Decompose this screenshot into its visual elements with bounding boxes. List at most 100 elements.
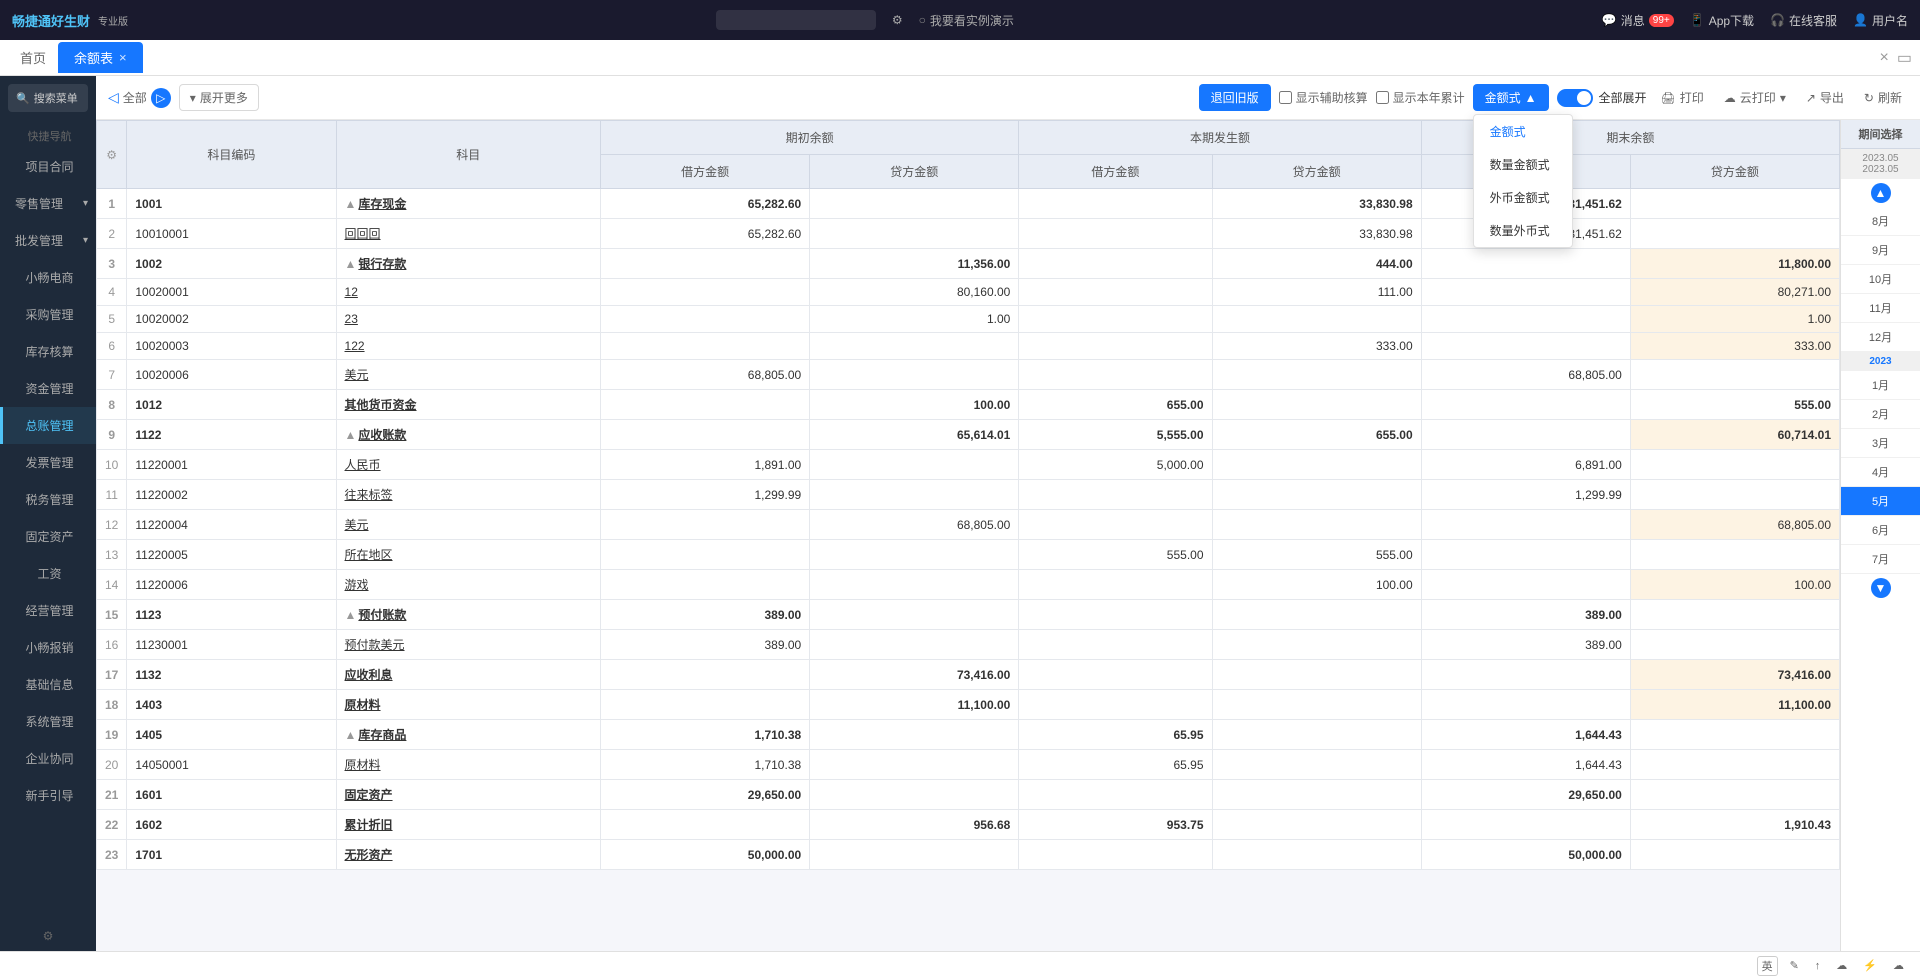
account-name[interactable]: 美元 bbox=[336, 360, 601, 390]
amount-type-btn[interactable]: 金额式 ▲ bbox=[1473, 84, 1549, 111]
account-name[interactable]: ▲库存商品 bbox=[336, 720, 601, 750]
tab-close-btn[interactable]: × bbox=[119, 50, 127, 65]
sidebar-item-salary[interactable]: 工资 bbox=[0, 555, 96, 592]
back-arrow-icon[interactable]: ◁ bbox=[108, 89, 119, 106]
gear-icon[interactable]: ⚙ bbox=[892, 13, 903, 27]
account-name[interactable]: ▲预付账款 bbox=[336, 600, 601, 630]
account-name[interactable]: 应收利息 bbox=[336, 660, 601, 690]
print-btn[interactable]: 🖨 打印 bbox=[1655, 85, 1710, 110]
sidebar-item-operations[interactable]: 经营管理 bbox=[0, 592, 96, 629]
demo-link[interactable]: ○ 我要看实例演示 bbox=[919, 12, 1014, 29]
sidebar-item-system[interactable]: 系统管理 bbox=[0, 703, 96, 740]
tab-home[interactable]: 首页 bbox=[8, 42, 58, 73]
account-name[interactable]: ▲银行存款 bbox=[336, 249, 601, 279]
period-item-prev[interactable]: 12月 bbox=[1841, 323, 1920, 352]
export-btn[interactable]: ↗ 导出 bbox=[1800, 85, 1850, 110]
expand-all-toggle[interactable]: 全部展开 bbox=[1557, 89, 1647, 107]
account-name[interactable]: 固定资产 bbox=[336, 780, 601, 810]
dropdown-item-foreign_amount[interactable]: 外币金额式 bbox=[1474, 181, 1572, 214]
sidebar-item-tax[interactable]: 税务管理 bbox=[0, 481, 96, 518]
account-name[interactable]: 其他货币资金 bbox=[336, 390, 601, 420]
forward-arrow-btn[interactable]: ▷ bbox=[151, 88, 171, 108]
account-name[interactable]: 预付款美元 bbox=[336, 630, 601, 660]
sidebar-item-purchase[interactable]: 采购管理 bbox=[0, 296, 96, 333]
sidebar-item-inventory[interactable]: 库存核算 bbox=[0, 333, 96, 370]
account-name[interactable]: 累计折旧 bbox=[336, 810, 601, 840]
tab-balance[interactable]: 余额表 × bbox=[58, 42, 143, 73]
lang-indicator[interactable]: 英 bbox=[1757, 956, 1778, 976]
sidebar-item-capital[interactable]: 资金管理 bbox=[0, 370, 96, 407]
account-name[interactable]: 游戏 bbox=[336, 570, 601, 600]
account-name[interactable]: 无形资产 bbox=[336, 840, 601, 870]
bottom-icon-4[interactable]: ⚡ bbox=[1859, 957, 1881, 974]
account-name[interactable]: 美元 bbox=[336, 510, 601, 540]
sidebar-footer[interactable]: ⚙ bbox=[0, 921, 96, 951]
open-credit: 73,416.00 bbox=[810, 660, 1019, 690]
account-name[interactable]: 原材料 bbox=[336, 750, 601, 780]
account-name[interactable]: ▲应收账款 bbox=[336, 420, 601, 450]
bottom-icon-5[interactable]: ☁ bbox=[1889, 957, 1908, 974]
top-bar-center: ⚙ ○ 我要看实例演示 bbox=[716, 10, 1014, 30]
search-menu-btn[interactable]: 🔍 搜索菜单 bbox=[8, 84, 88, 112]
open-debit: 1,710.38 bbox=[601, 750, 810, 780]
period-item-prev[interactable]: 11月 bbox=[1841, 294, 1920, 323]
restore-window-btn[interactable]: ▭ bbox=[1897, 48, 1912, 68]
sidebar-item-wholesale[interactable]: 批发管理▾ bbox=[0, 222, 96, 259]
dropdown-item-qty_amount[interactable]: 数量金额式 bbox=[1474, 148, 1572, 181]
expand-more-btn[interactable]: ▾ 展开更多 bbox=[179, 84, 259, 111]
app-download-btn[interactable]: 📱 App下载 bbox=[1690, 12, 1754, 29]
message-btn[interactable]: 💬 消息 99+ bbox=[1602, 12, 1674, 29]
refresh-btn[interactable]: ↻ 刷新 bbox=[1858, 85, 1908, 110]
return-old-btn[interactable]: 退回旧版 bbox=[1199, 84, 1271, 111]
account-name[interactable]: 12 bbox=[336, 279, 601, 306]
bottom-icon-1[interactable]: ✎ bbox=[1786, 957, 1803, 974]
account-name[interactable]: 原材料 bbox=[336, 690, 601, 720]
sidebar-item-assets[interactable]: 固定资产 bbox=[0, 518, 96, 555]
aux-checkbox[interactable] bbox=[1279, 91, 1292, 104]
sidebar-item-basic[interactable]: 基础信息 bbox=[0, 666, 96, 703]
period-item-prev[interactable]: 10月 bbox=[1841, 265, 1920, 294]
dropdown-item-qty_foreign[interactable]: 数量外币式 bbox=[1474, 214, 1572, 247]
account-name[interactable]: 23 bbox=[336, 306, 601, 333]
sidebar-item-project[interactable]: 项目合同 bbox=[0, 148, 96, 185]
account-name[interactable]: 回回回 bbox=[336, 219, 601, 249]
row-num: 11 bbox=[97, 480, 127, 510]
period-up-btn[interactable]: ▲ bbox=[1871, 183, 1891, 203]
sidebar-item-sales[interactable]: 小畅报销 bbox=[0, 629, 96, 666]
table-row: 21 1601 固定资产 29,650.00 29,650.00 bbox=[97, 780, 1840, 810]
close-window-btn[interactable]: × bbox=[1880, 48, 1889, 68]
sidebar-item-retail[interactable]: 零售管理▾ bbox=[0, 185, 96, 222]
online-service-btn[interactable]: 🎧 在线客服 bbox=[1770, 12, 1837, 29]
sidebar-item-guide[interactable]: 新手引导 bbox=[0, 777, 96, 814]
show-ytd-check[interactable]: 显示本年累计 bbox=[1376, 89, 1465, 106]
period-item-curr[interactable]: 4月 bbox=[1841, 458, 1920, 487]
sidebar-item-cooperation[interactable]: 企业协同 bbox=[0, 740, 96, 777]
ytd-checkbox[interactable] bbox=[1376, 91, 1389, 104]
sidebar-item-ecommerce[interactable]: 小畅电商 bbox=[0, 259, 96, 296]
period-item-curr[interactable]: 3月 bbox=[1841, 429, 1920, 458]
show-aux-check[interactable]: 显示辅助核算 bbox=[1279, 89, 1368, 106]
account-name[interactable]: 人民币 bbox=[336, 450, 601, 480]
bottom-icon-2[interactable]: ↑ bbox=[1811, 958, 1825, 974]
account-name[interactable]: 所在地区 bbox=[336, 540, 601, 570]
period-item-curr[interactable]: 1月 bbox=[1841, 371, 1920, 400]
cur-debit bbox=[1019, 840, 1212, 870]
account-name[interactable]: 122 bbox=[336, 333, 601, 360]
cloud-print-btn[interactable]: ☁ 云打印 ▾ bbox=[1718, 85, 1792, 110]
period-item-curr[interactable]: 5月 bbox=[1841, 487, 1920, 516]
dropdown-item-amount[interactable]: 金额式 bbox=[1474, 115, 1572, 148]
user-btn[interactable]: 👤 用户名 bbox=[1853, 12, 1908, 29]
account-name[interactable]: 往来标签 bbox=[336, 480, 601, 510]
period-item-prev[interactable]: 8月 bbox=[1841, 207, 1920, 236]
account-name[interactable]: ▲库存现金 bbox=[336, 189, 601, 219]
period-down-btn[interactable]: ▼ bbox=[1871, 578, 1891, 598]
toggle-switch[interactable] bbox=[1557, 89, 1593, 107]
period-item-prev[interactable]: 9月 bbox=[1841, 236, 1920, 265]
period-item-curr[interactable]: 2月 bbox=[1841, 400, 1920, 429]
sidebar-item-ledger[interactable]: 总账管理 bbox=[0, 407, 96, 444]
sidebar-item-invoice[interactable]: 发票管理 bbox=[0, 444, 96, 481]
bottom-icon-3[interactable]: ☁ bbox=[1832, 957, 1851, 974]
period-item-curr[interactable]: 6月 bbox=[1841, 516, 1920, 545]
table-settings-icon[interactable]: ⚙ bbox=[106, 148, 117, 162]
period-item-curr[interactable]: 7月 bbox=[1841, 545, 1920, 574]
